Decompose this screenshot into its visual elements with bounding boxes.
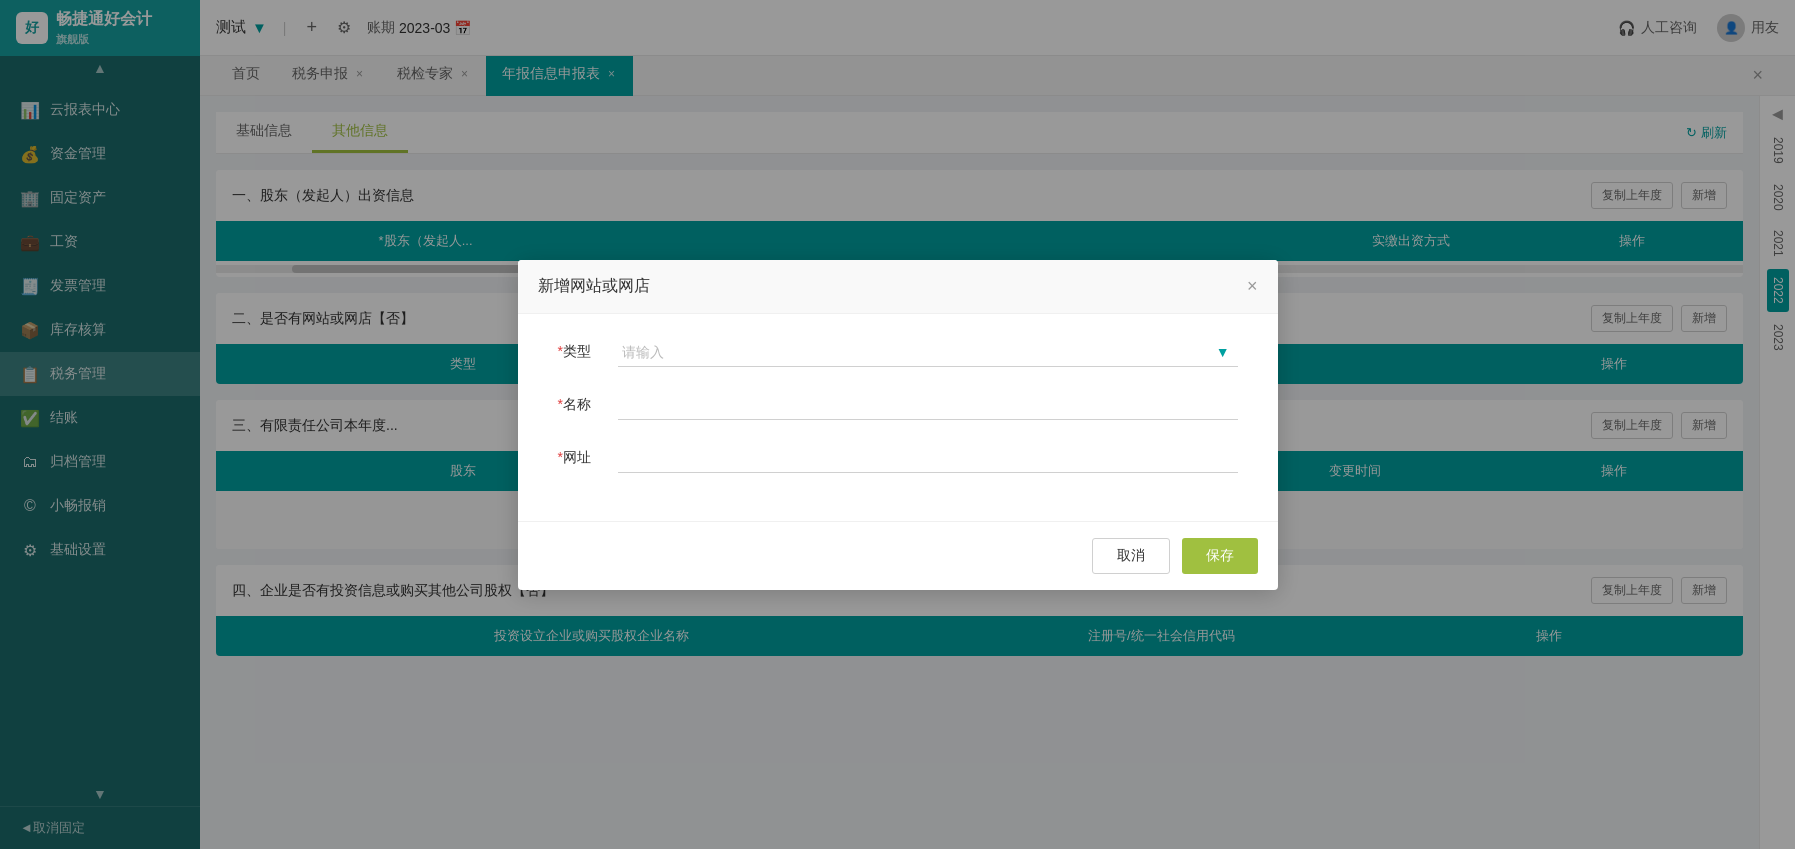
cancel-button[interactable]: 取消 xyxy=(1092,538,1170,574)
modal-close-button[interactable]: × xyxy=(1247,276,1258,297)
type-label: *类型 xyxy=(558,343,618,361)
name-input[interactable] xyxy=(618,391,1238,420)
name-label: *名称 xyxy=(558,396,618,414)
modal-title: 新增网站或网店 xyxy=(538,276,650,297)
type-input[interactable] xyxy=(618,338,1238,367)
save-button[interactable]: 保存 xyxy=(1182,538,1258,574)
modal-add-website: 新增网站或网店 × *类型 ▼ *名称 xyxy=(518,260,1278,590)
name-input-wrap xyxy=(618,391,1238,420)
form-field-type: *类型 ▼ xyxy=(558,338,1238,367)
modal-overlay[interactable]: 新增网站或网店 × *类型 ▼ *名称 xyxy=(0,0,1795,849)
form-field-name: *名称 xyxy=(558,391,1238,420)
modal-body: *类型 ▼ *名称 *网址 xyxy=(518,314,1278,521)
url-input[interactable] xyxy=(618,444,1238,473)
url-input-wrap xyxy=(618,444,1238,473)
type-input-wrap: ▼ xyxy=(618,338,1238,367)
url-label: *网址 xyxy=(558,449,618,467)
form-field-url: *网址 xyxy=(558,444,1238,473)
modal-footer: 取消 保存 xyxy=(518,521,1278,590)
modal-header: 新增网站或网店 × xyxy=(518,260,1278,314)
